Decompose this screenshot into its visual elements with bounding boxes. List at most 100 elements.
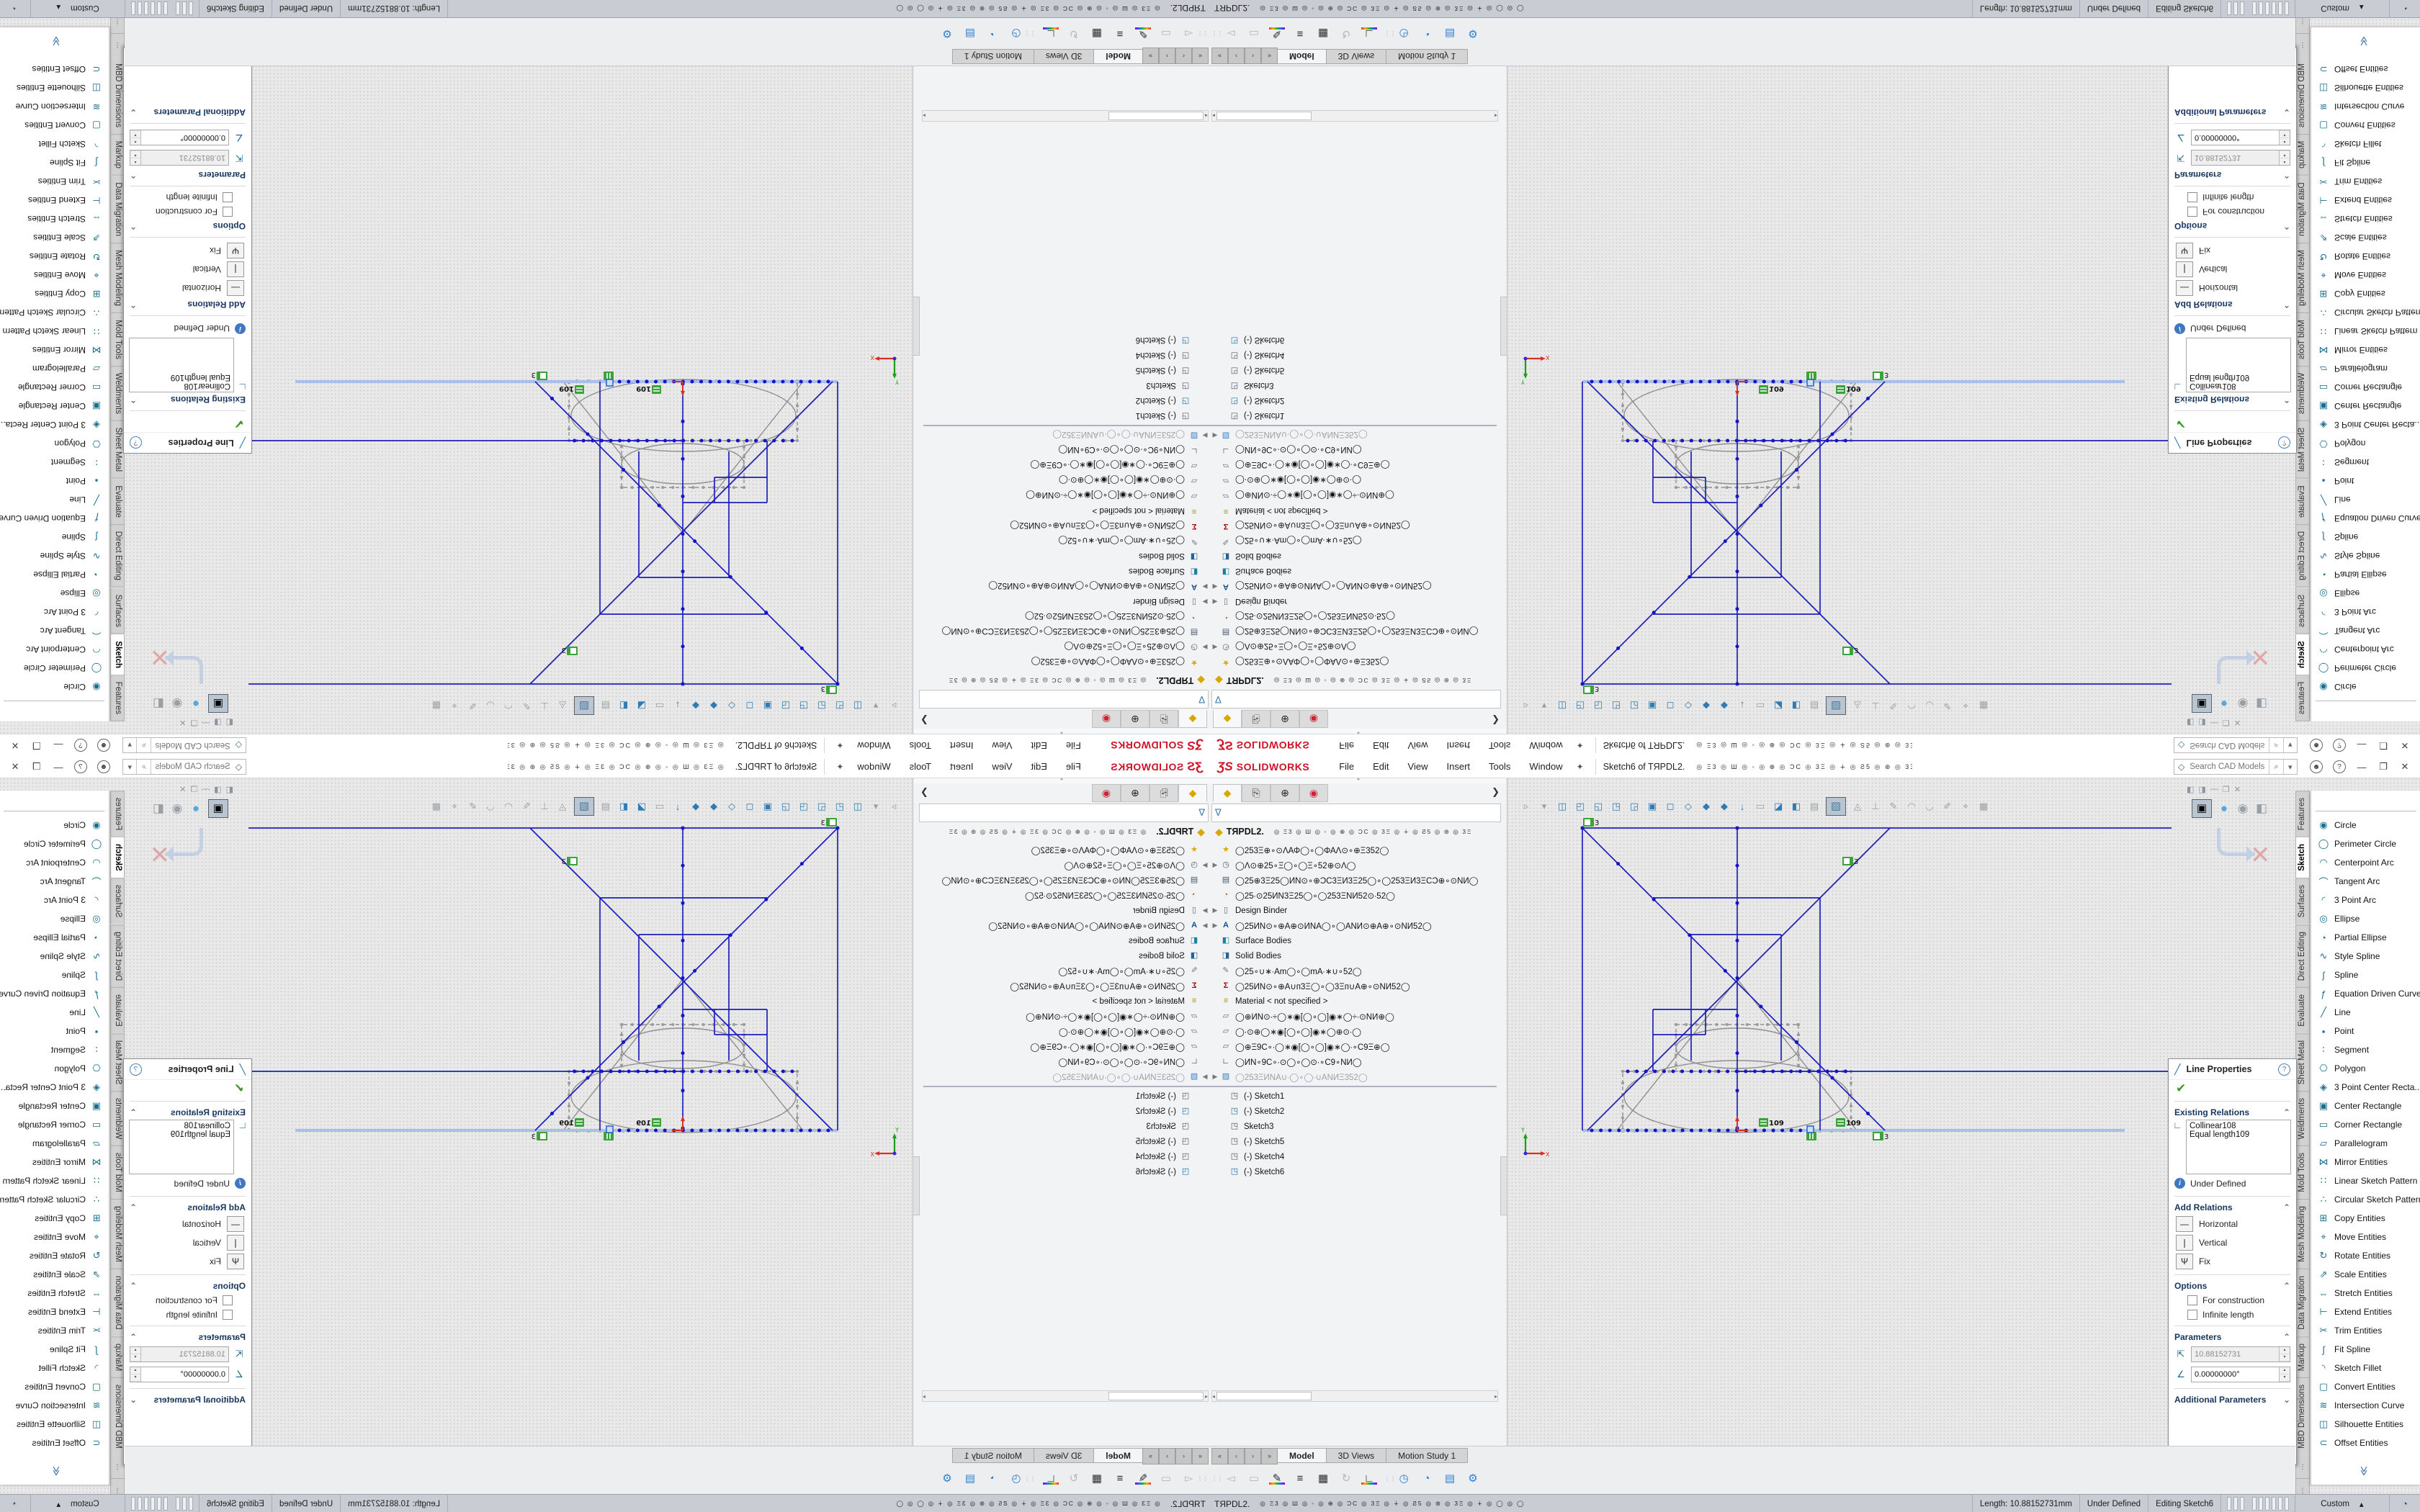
takeover-icon[interactable]: ◅ bbox=[1223, 1472, 1239, 1485]
scroll-left-icon[interactable]: ◂ bbox=[1205, 1393, 1208, 1400]
relation-item[interactable]: Equal length109 bbox=[133, 1130, 230, 1139]
user-account-icon[interactable]: ☻ bbox=[97, 760, 110, 773]
toolbar-gripper[interactable]: ⋮⋮ bbox=[1204, 1476, 1209, 1481]
tree-row-plane[interactable]: ▱◯⊕Ξ9Ϲ∘∙◯∗◉[◯∘◯]◉∗◯∙∘Ϲ9Ξ⊕◯ bbox=[923, 458, 1210, 473]
tool-convert-entities[interactable]: ▢Convert Entities bbox=[0, 116, 109, 135]
line-thickness-icon[interactable]: ≡ bbox=[1292, 28, 1308, 40]
display-style-icon[interactable]: ◇ bbox=[725, 700, 738, 711]
doc-minimize-icon[interactable]: — bbox=[2210, 785, 2218, 794]
help-icon[interactable]: ? bbox=[2278, 437, 2290, 449]
sketch-tool-icon[interactable]: ✎ bbox=[520, 801, 533, 812]
axis-color-icon[interactable]: ∟ bbox=[1361, 1472, 1377, 1485]
tab-configurationmanager[interactable]: ⊕ bbox=[1270, 710, 1299, 728]
tool-circle[interactable]: ◉Circle bbox=[2311, 678, 2420, 696]
tab-model[interactable]: Model bbox=[1278, 1448, 1327, 1463]
tool-convert-entities[interactable]: ▢Convert Entities bbox=[2311, 116, 2420, 135]
ok-button[interactable]: ✔ bbox=[124, 1080, 251, 1097]
expand-arrow-icon[interactable]: ▶ bbox=[1210, 643, 1220, 651]
tree-row-surface-bodies[interactable]: ◧Surface Bodies bbox=[923, 933, 1210, 948]
help-icon[interactable]: ? bbox=[130, 1063, 142, 1076]
display-style-icon[interactable]: ◆ bbox=[707, 801, 720, 812]
toolbar-gripper[interactable]: ⋮⋮ bbox=[1031, 32, 1036, 37]
add-relation-horizontal[interactable]: —Horizontal bbox=[2169, 279, 2296, 297]
pages-icon[interactable]: ▭ bbox=[1158, 1472, 1174, 1485]
viewport-icon[interactable]: ▭ bbox=[653, 700, 666, 711]
tree-root-row[interactable]: ◆ TЯPDL2. ◎ Ξ3 ◎ Ш ◎ ◦ ◎ ⊕ ◎ ϽϹ ◎ 3Ξ ◎ ∔… bbox=[948, 672, 1209, 688]
tree-horizontal-scrollbar[interactable]: ◂▸ bbox=[1211, 110, 1498, 122]
tab-markup[interactable]: Markup bbox=[110, 135, 125, 176]
minimize-button[interactable]: — bbox=[48, 758, 69, 775]
tab-propertymanager[interactable]: ⎘ bbox=[1242, 710, 1270, 728]
tree-row-sketch3[interactable]: ◳Sketch3 bbox=[923, 1119, 1210, 1134]
tree-row-sketch1[interactable]: ◳(-) Sketch1 bbox=[923, 408, 1210, 423]
tab-featuremanager[interactable]: ◆ bbox=[1213, 784, 1242, 802]
length-value[interactable]: 10.88152731 bbox=[141, 1347, 228, 1362]
tool-equation-driven-curve[interactable]: ƒEquation Driven Curve bbox=[2311, 509, 2420, 528]
tree-row-equations[interactable]: Σ◯25ИΝ⊙∘⊕Α∪п3Ξ◯∘◯3Ξп∪Α⊕∘⊙ΝИ52◯ bbox=[923, 978, 1210, 994]
blue-sketch-lines[interactable] bbox=[1582, 828, 2172, 1130]
tab-propertymanager[interactable]: ⎘ bbox=[1242, 784, 1270, 802]
tool-circular-sketch-pattern[interactable]: ∴Circular Sketch Pattern bbox=[2311, 303, 2420, 322]
shadow-icon[interactable]: ◪ bbox=[1772, 801, 1785, 812]
viewport-icon[interactable]: ▭ bbox=[1754, 700, 1767, 711]
tool-parallelogram[interactable]: ▱Parallelogram bbox=[0, 359, 109, 378]
arc-tool-icon[interactable]: ◡ bbox=[1923, 801, 1936, 812]
toolbar-gripper[interactable]: ⋮⋮ bbox=[1211, 1476, 1216, 1481]
tree-row-surface-bodies[interactable]: ◧Surface Bodies bbox=[1210, 564, 1497, 579]
tab-sketch[interactable]: Sketch bbox=[110, 634, 125, 675]
chevron-up-icon[interactable]: ⌃ bbox=[130, 1332, 137, 1342]
tool-linear-sketch-pattern[interactable]: ∷Linear Sketch Pattern bbox=[2311, 1171, 2420, 1190]
section-existing-relations[interactable]: Existing Relations⌃ bbox=[2169, 392, 2296, 407]
tool-ellipse[interactable]: ◎Ellipse bbox=[2311, 909, 2420, 928]
tab-weldments[interactable]: Weldments bbox=[2295, 1091, 2310, 1146]
tool-point[interactable]: ▪Point bbox=[2311, 1022, 2420, 1040]
tool-style-spline[interactable]: ∿Style Spline bbox=[0, 546, 109, 565]
tool-mirror-entities[interactable]: ⋈Mirror Entities bbox=[0, 341, 109, 359]
pencil-icon[interactable]: ✐ bbox=[1941, 700, 1954, 711]
zoom-area-icon[interactable]: ◰ bbox=[833, 801, 846, 812]
tree-row-sketch2[interactable]: ◳(-) Sketch2 bbox=[1210, 393, 1497, 408]
edit-sketch-icon[interactable]: ▣ bbox=[2192, 799, 2212, 818]
tool-polygon[interactable]: ⎔Polygon bbox=[0, 1059, 109, 1078]
tool-line[interactable]: ╱Line bbox=[0, 1003, 109, 1022]
tool-move-entities[interactable]: ⌖Move Entities bbox=[2311, 1228, 2420, 1246]
section-view-icon[interactable]: ↓ bbox=[1736, 701, 1749, 711]
tree-row[interactable]: ◔◯25∙⊙25ИΝ3Ξ25◯∘◯253ΞΝИ52⊙∙52◯ bbox=[1210, 888, 1497, 903]
tab-data-migration[interactable]: Data Migration bbox=[2295, 1269, 2310, 1336]
relation-item[interactable]: Equal length109 bbox=[2190, 373, 2287, 382]
sketch-visibility-icon[interactable]: ▨ bbox=[1826, 797, 1846, 816]
tab-appearances[interactable]: ◉ bbox=[1299, 710, 1328, 728]
expand-arrow-icon[interactable]: ▶ bbox=[1200, 906, 1210, 914]
viewport-icon[interactable]: ▭ bbox=[653, 801, 666, 812]
scroll-left-icon[interactable]: ◂ bbox=[1212, 113, 1215, 120]
tool-extend-entities[interactable]: ⊢Extend Entities bbox=[2311, 191, 2420, 210]
menu-window[interactable]: Window bbox=[848, 734, 900, 756]
tool-circle[interactable]: ◉Circle bbox=[0, 816, 109, 834]
expand-arrow-icon[interactable]: ▶ bbox=[1200, 598, 1210, 606]
tool-perimeter-circle[interactable]: ◯Perimeter Circle bbox=[0, 834, 109, 853]
tree-row-plane[interactable]: ▱◯⊕ИΝ⊙∙÷◯∗◉[◯∘◯]◉∗◯÷∙⊙ΝИ⊕◯ bbox=[923, 1009, 1210, 1024]
tab-appearances[interactable]: ◉ bbox=[1092, 710, 1121, 728]
cancel-sketch-icon[interactable]: ✕ bbox=[150, 841, 171, 870]
tool-linear-sketch-pattern[interactable]: ∷Linear Sketch Pattern bbox=[0, 322, 109, 341]
doc-minimize-icon[interactable]: — bbox=[2210, 718, 2218, 727]
tool-extend-entities[interactable]: ⊢Extend Entities bbox=[2311, 1302, 2420, 1321]
tool-partial-ellipse[interactable]: ◔Partial Ellipse bbox=[2311, 565, 2420, 584]
menu-tools[interactable]: Tools bbox=[1479, 734, 1520, 756]
tool-polygon[interactable]: ⎔Polygon bbox=[2311, 434, 2420, 453]
tool-spline[interactable]: ʃSpline bbox=[2311, 528, 2420, 546]
tree-row-sketch1[interactable]: ◳(-) Sketch1 bbox=[1210, 1089, 1497, 1104]
checkbox[interactable] bbox=[223, 1295, 233, 1305]
search-box[interactable]: ◇ ⌕ ▾ bbox=[122, 759, 246, 775]
tab-sheet-metal[interactable]: Sheet Metal bbox=[110, 1033, 125, 1091]
chevron-down-icon[interactable]: ⌄ bbox=[2283, 107, 2290, 117]
tool-intersection-curve[interactable]: ≋Intersection Curve bbox=[0, 97, 109, 116]
tool-circle[interactable]: ◉Circle bbox=[0, 678, 109, 696]
relation-item[interactable]: Collinear108 bbox=[133, 1122, 230, 1130]
help-icon[interactable]: ? bbox=[130, 437, 142, 449]
pages-icon[interactable]: ▭ bbox=[1158, 27, 1174, 40]
tree-vertical-scrollbar[interactable] bbox=[1500, 122, 1507, 670]
zoom-fit-icon[interactable]: ◫ bbox=[851, 700, 864, 711]
tab-evaluate[interactable]: Evaluate bbox=[2295, 987, 2310, 1033]
folder-check-icon[interactable]: ▤ bbox=[1442, 27, 1458, 40]
